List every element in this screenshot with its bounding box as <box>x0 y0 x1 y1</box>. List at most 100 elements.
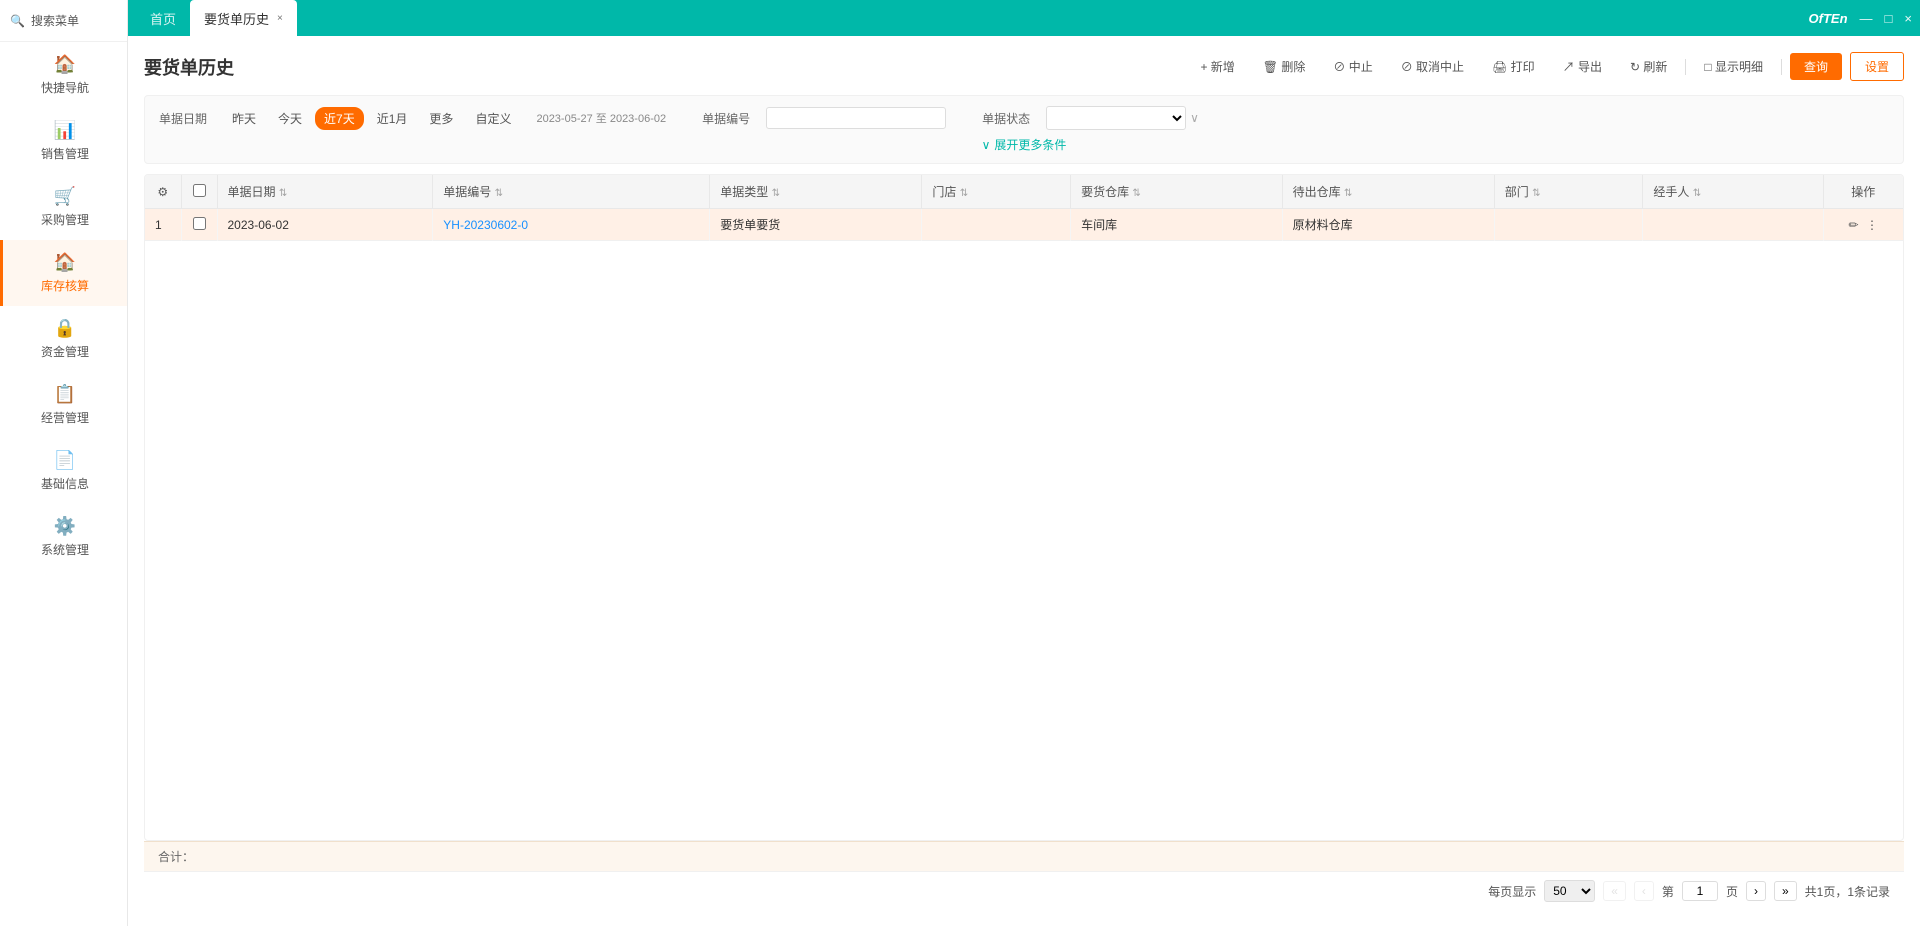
refresh-button[interactable]: ↻ 刷新 <box>1620 54 1677 79</box>
purchase-icon: 🛒 <box>54 186 76 207</box>
th-op-label: 操作 <box>1851 185 1875 199</box>
th-handler[interactable]: 经手人 ⇅ <box>1643 175 1823 209</box>
sidebar-search-label: 搜索菜单 <box>31 12 79 29</box>
operations-icon: 📋 <box>54 384 76 405</box>
filter-row-1: 单据日期 昨天 今天 近7天 近1月 更多 自定义 2023-05-27 至 2… <box>159 106 1889 130</box>
restore-button[interactable]: □ <box>1885 11 1893 26</box>
tab-active[interactable]: 要货单历史 × <box>190 0 297 36</box>
per-page-select[interactable]: 102050100 <box>1544 880 1595 902</box>
th-bill-no[interactable]: 单据编号 ⇅ <box>433 175 710 209</box>
sidebar-item-operations[interactable]: 📋 经营管理 <box>0 372 127 438</box>
th-date-label: 单据日期 <box>228 185 276 199</box>
settings-button[interactable]: 设置 <box>1850 52 1904 81</box>
per-page-label: 每页显示 <box>1488 883 1536 900</box>
cancel-stop-button[interactable]: ⊘ 取消中止 <box>1391 54 1474 79</box>
sort-handler-icon: ⇅ <box>1693 188 1701 199</box>
table-container: ⚙ 单据日期 ⇅ 单据编号 ⇅ <box>144 174 1904 841</box>
th-store-label: 门店 <box>932 185 956 199</box>
sidebar-item-basic[interactable]: 📄 基础信息 <box>0 438 127 504</box>
delete-button[interactable]: 🗑 删除 <box>1253 54 1316 79</box>
date-btn-more[interactable]: 更多 <box>420 107 462 130</box>
tab-active-label: 要货单历史 <box>204 9 269 28</box>
tab-bar-right: OfTEn — □ × <box>1809 11 1912 26</box>
page-suffix: 页 <box>1726 883 1738 900</box>
sidebar-item-finance[interactable]: 🔒 资金管理 <box>0 306 127 372</box>
expand-more-icon: ∨ <box>982 138 991 152</box>
sort-date-icon: ⇅ <box>279 188 287 199</box>
sidebar-item-operations-label: 经营管理 <box>41 409 89 426</box>
first-page-button[interactable]: « <box>1603 881 1626 901</box>
table-body: 1 2023-06-02 YH-20230602-0 要货单要货 车间库 原材料… <box>145 209 1903 241</box>
cell-handler <box>1643 209 1823 241</box>
select-all-checkbox[interactable] <box>193 184 206 197</box>
sidebar-item-system-label: 系统管理 <box>41 541 89 558</box>
sales-icon: 📊 <box>54 120 76 141</box>
page-number-input[interactable] <box>1682 881 1718 901</box>
sidebar-item-sales-label: 销售管理 <box>41 145 89 162</box>
th-department[interactable]: 部门 ⇅ <box>1494 175 1643 209</box>
date-btn-today[interactable]: 今天 <box>269 107 311 130</box>
cell-store <box>922 209 1071 241</box>
tab-home[interactable]: 首页 <box>136 0 190 36</box>
toolbar-divider-2 <box>1781 59 1782 75</box>
date-btn-yesterday[interactable]: 昨天 <box>223 107 265 130</box>
edit-icon[interactable]: ✏ <box>1849 218 1859 232</box>
data-table: ⚙ 单据日期 ⇅ 单据编号 ⇅ <box>145 175 1903 241</box>
prev-page-button[interactable]: ‹ <box>1634 881 1654 901</box>
cell-bill-no: YH-20230602-0 <box>433 209 710 241</box>
last-page-button[interactable]: » <box>1774 881 1797 901</box>
query-button[interactable]: 查询 <box>1790 53 1842 80</box>
close-button[interactable]: × <box>1904 11 1912 26</box>
sidebar-item-quick-nav-label: 快捷导航 <box>41 79 89 96</box>
print-button[interactable]: 🖨 打印 <box>1482 54 1545 79</box>
bill-no-label: 单据编号 <box>702 110 750 127</box>
expand-more-label: 展开更多条件 <box>994 136 1066 153</box>
cell-checkbox[interactable] <box>181 209 217 241</box>
th-checkbox[interactable] <box>181 175 217 209</box>
next-page-button[interactable]: › <box>1746 881 1766 901</box>
sort-bill-no-icon: ⇅ <box>495 188 503 199</box>
toolbar-divider <box>1685 59 1686 75</box>
page-header: 要货单历史 + 新增 🗑 删除 ⊘ 中止 ⊘ 取消中止 🖨 打印 ↗ 导出 ↻ … <box>144 52 1904 81</box>
sort-pending-warehouse-icon: ⇅ <box>1344 188 1352 199</box>
sidebar-item-system[interactable]: ⚙️ 系统管理 <box>0 504 127 570</box>
th-handler-label: 经手人 <box>1653 185 1689 199</box>
sidebar-item-purchase[interactable]: 🛒 采购管理 <box>0 174 127 240</box>
expand-more-btn[interactable]: ∨ 展开更多条件 <box>159 136 1889 153</box>
bill-no-link[interactable]: YH-20230602-0 <box>443 218 528 232</box>
minimize-button[interactable]: — <box>1860 11 1873 26</box>
th-bill-type[interactable]: 单据类型 ⇅ <box>710 175 922 209</box>
date-btn-custom[interactable]: 自定义 <box>466 107 520 130</box>
display-detail-button[interactable]: □ 显示明细 <box>1694 54 1773 79</box>
th-settings[interactable]: ⚙ <box>145 175 181 209</box>
th-store[interactable]: 门店 ⇅ <box>922 175 1071 209</box>
add-button[interactable]: + 新增 <box>1190 54 1244 79</box>
sidebar-item-inventory[interactable]: 🏠 库存核算 <box>0 240 127 306</box>
row-checkbox[interactable] <box>193 217 206 230</box>
table-row[interactable]: 1 2023-06-02 YH-20230602-0 要货单要货 车间库 原材料… <box>145 209 1903 241</box>
th-pending-warehouse[interactable]: 待出仓库 ⇅ <box>1282 175 1494 209</box>
date-btn-7days[interactable]: 近7天 <box>315 107 364 130</box>
gear-icon: ⚙ <box>157 185 168 199</box>
th-date[interactable]: 单据日期 ⇅ <box>217 175 433 209</box>
th-bill-type-label: 单据类型 <box>720 185 768 199</box>
date-btn-1month[interactable]: 近1月 <box>368 107 417 130</box>
cell-date: 2023-06-02 <box>217 209 433 241</box>
th-req-warehouse[interactable]: 要货仓库 ⇅ <box>1071 175 1283 209</box>
table-footer: 合计： <box>144 841 1904 871</box>
more-icon[interactable]: ⋮ <box>1866 218 1878 232</box>
page-label: 第 <box>1662 883 1674 900</box>
status-select[interactable] <box>1046 106 1186 130</box>
sidebar-item-sales[interactable]: 📊 销售管理 <box>0 108 127 174</box>
toolbar: + 新增 🗑 删除 ⊘ 中止 ⊘ 取消中止 🖨 打印 ↗ 导出 ↻ 刷新 □ 显… <box>1190 52 1904 81</box>
sidebar-item-quick-nav[interactable]: 🏠 快捷导航 <box>0 42 127 108</box>
sidebar-search[interactable]: 🔍 搜索菜单 <box>0 0 127 42</box>
tab-close-icon[interactable]: × <box>277 13 283 24</box>
stop-button[interactable]: ⊘ 中止 <box>1323 54 1382 79</box>
content-area: 要货单历史 + 新增 🗑 删除 ⊘ 中止 ⊘ 取消中止 🖨 打印 ↗ 导出 ↻ … <box>128 36 1920 926</box>
tab-bar: 首页 要货单历史 × OfTEn — □ × <box>128 0 1920 36</box>
export-button[interactable]: ↗ 导出 <box>1553 54 1612 79</box>
sort-bill-type-icon: ⇅ <box>772 188 780 199</box>
filter-bar: 单据日期 昨天 今天 近7天 近1月 更多 自定义 2023-05-27 至 2… <box>144 95 1904 164</box>
bill-no-input[interactable] <box>766 107 946 129</box>
